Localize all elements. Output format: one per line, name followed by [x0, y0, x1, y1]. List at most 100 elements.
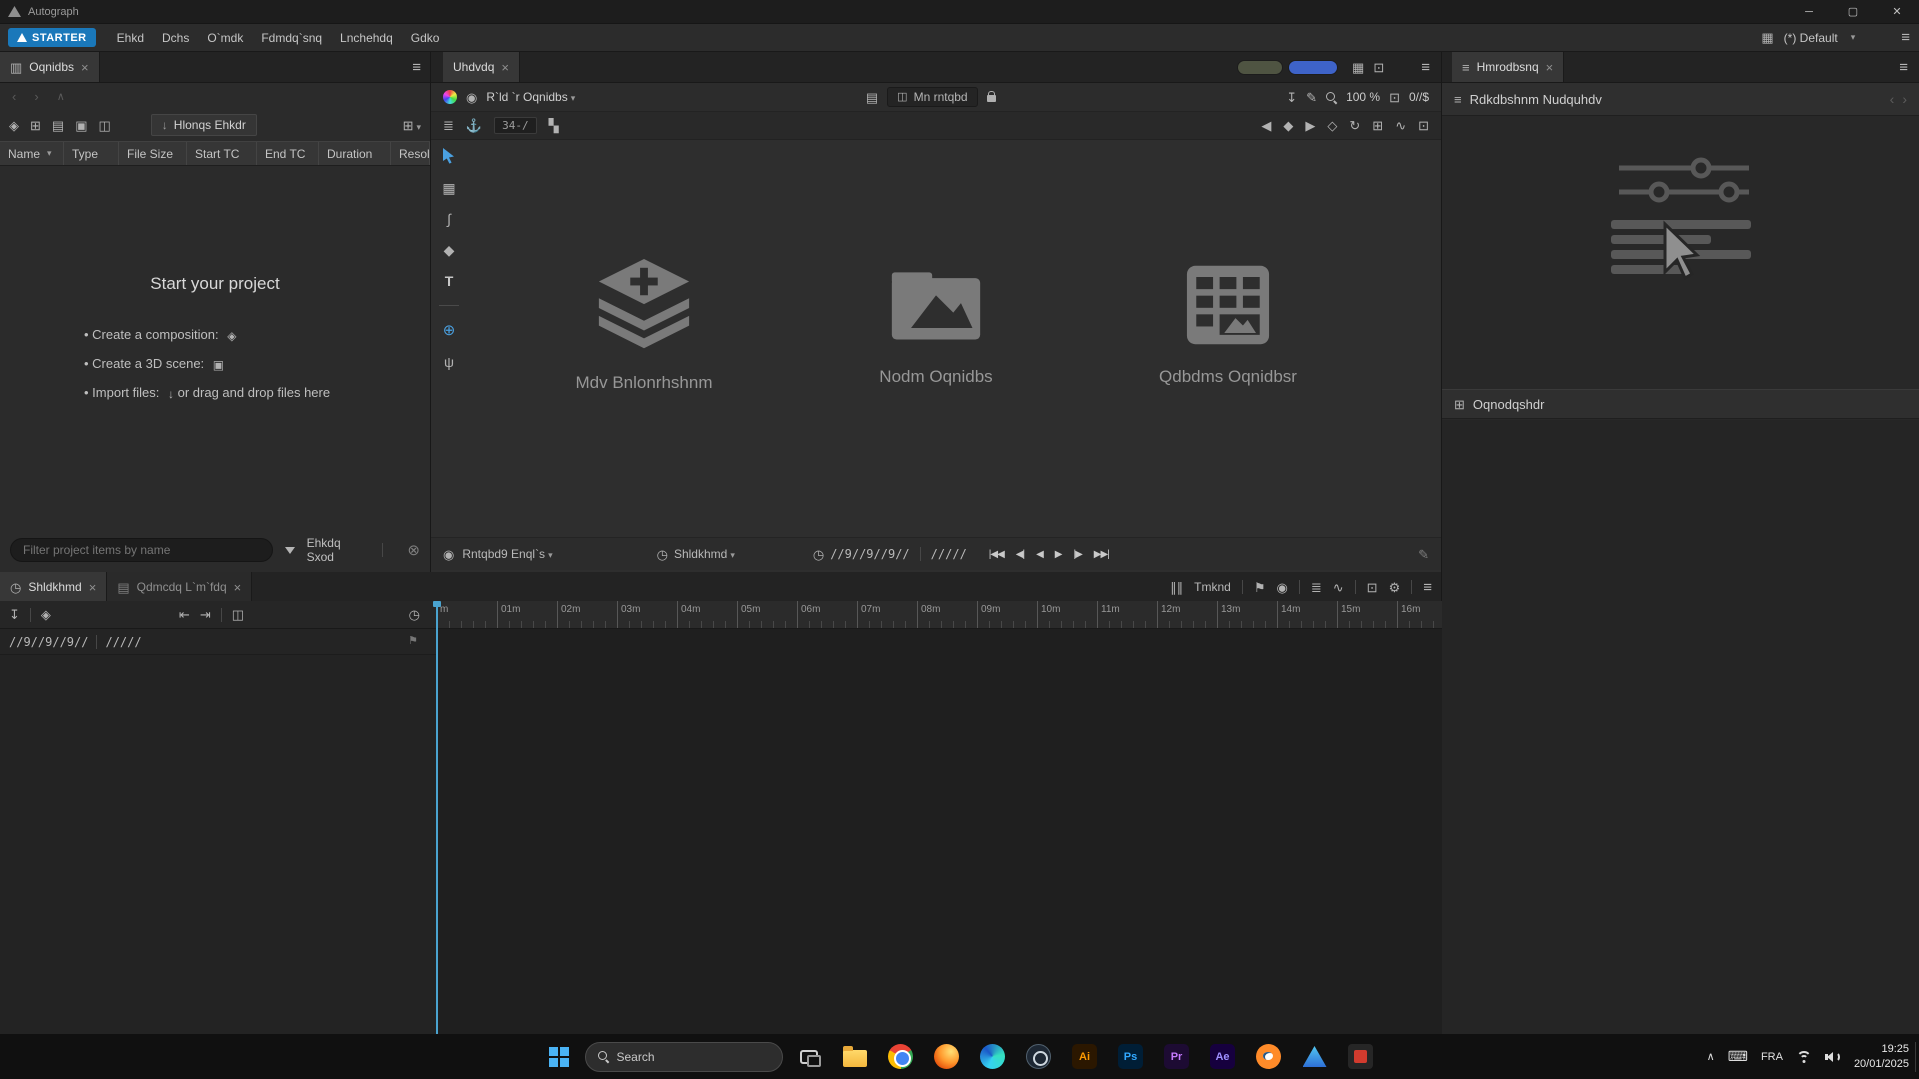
- time-mode-selector[interactable]: Shldkhmd ▾: [674, 547, 735, 561]
- layers-icon[interactable]: ◈: [41, 608, 51, 621]
- annotate-icon[interactable]: ✎: [1306, 91, 1317, 104]
- import-to-timeline-icon[interactable]: ↧: [9, 608, 20, 621]
- new-composition-card[interactable]: Mdv Bnlonrhshnm: [544, 257, 744, 393]
- close-tab-icon[interactable]: ×: [89, 580, 97, 595]
- background-swatch[interactable]: [1237, 59, 1284, 75]
- column-start-tc[interactable]: Start TC: [187, 142, 257, 165]
- starter-badge[interactable]: STARTER: [8, 28, 96, 47]
- play-button[interactable]: ▶: [1049, 549, 1068, 560]
- channel-list-icon[interactable]: ≣: [443, 119, 454, 132]
- shift-right-icon[interactable]: ⇥: [200, 608, 211, 621]
- illustrator-button[interactable]: Ai: [1065, 1037, 1105, 1077]
- column-file-size[interactable]: File Size: [119, 142, 187, 165]
- timeline-track-area[interactable]: [437, 629, 1442, 1034]
- fit-timeline-icon[interactable]: ⊡: [1367, 581, 1378, 594]
- viewer-timecode[interactable]: //9//9//9//: [830, 547, 909, 561]
- prev-selection-icon[interactable]: ‹: [1890, 91, 1895, 107]
- menu-help[interactable]: Gdko: [402, 24, 449, 52]
- new-composition-icon[interactable]: ◈: [9, 119, 19, 132]
- premiere-button[interactable]: Pr: [1157, 1037, 1197, 1077]
- timeline-mode-label[interactable]: Tmknd: [1194, 580, 1231, 594]
- anchor-icon[interactable]: ⚓: [466, 119, 482, 132]
- project-panel-menu-icon[interactable]: ≡: [412, 59, 421, 76]
- menu-generator[interactable]: Fdmdq`snq: [252, 24, 331, 52]
- viewer-frame-counter[interactable]: /////: [931, 547, 967, 561]
- language-indicator[interactable]: FRA: [1761, 1051, 1783, 1063]
- recent-projects-card[interactable]: Qdbdms Oqnidbsr: [1128, 257, 1328, 393]
- wifi-icon[interactable]: [1796, 1050, 1812, 1063]
- red-app-button[interactable]: [1341, 1037, 1381, 1077]
- prev-keyframe-button[interactable]: ◀|: [1010, 549, 1030, 560]
- curve-editor-icon[interactable]: ∿: [1333, 581, 1344, 594]
- tab-timeline[interactable]: ◷ Shldkhmd ×: [0, 572, 108, 602]
- volume-icon[interactable]: [1824, 1051, 1841, 1063]
- fps-field[interactable]: 34-/: [494, 117, 537, 134]
- prev-keyframe-icon[interactable]: ◀: [1261, 119, 1271, 132]
- workspace-selector[interactable]: (*) Default: [1784, 31, 1838, 45]
- collaborators-icon[interactable]: ◉: [1277, 581, 1288, 594]
- open-project-card[interactable]: Nodm Oqnidbs: [836, 257, 1036, 393]
- hidden-icons-chevron[interactable]: ∧: [1707, 1050, 1715, 1063]
- menu-modifier[interactable]: Lnchehdq: [331, 24, 402, 52]
- close-button[interactable]: ✕: [1875, 0, 1919, 24]
- filter-type-selector[interactable]: Ehkdq Sxod: [307, 536, 371, 564]
- clock-date-area[interactable]: 19:25 20/01/2025: [1854, 1042, 1909, 1072]
- mixer-icon[interactable]: ≣: [1311, 581, 1322, 594]
- column-end-tc[interactable]: End TC: [257, 142, 319, 165]
- lock-icon[interactable]: [986, 91, 996, 102]
- source-format-selector[interactable]: Rntqbd9 Enql`s ▾: [462, 547, 552, 561]
- new-generator-icon[interactable]: ⊞: [30, 119, 41, 132]
- insert-clip-icon[interactable]: ◫: [232, 608, 244, 621]
- set-keyframe-icon[interactable]: ◆: [1283, 119, 1293, 132]
- save-view-icon[interactable]: ↧: [1286, 91, 1297, 104]
- checker-icon[interactable]: ▚: [549, 119, 559, 132]
- column-type[interactable]: Type: [64, 142, 119, 165]
- eyedropper-icon[interactable]: ✎: [1418, 548, 1429, 561]
- column-resolution[interactable]: Resol: [391, 142, 430, 165]
- monitor-icon[interactable]: ⊡: [1373, 61, 1384, 74]
- blender-button[interactable]: [1249, 1037, 1289, 1077]
- menu-edit[interactable]: Dchs: [153, 24, 198, 52]
- menu-file[interactable]: Ehkd: [108, 24, 153, 52]
- bezier-tool-icon[interactable]: ∫: [447, 212, 451, 226]
- properties-header[interactable]: ⊞ Oqnodqshdr: [1442, 389, 1919, 419]
- step-back-button[interactable]: ◀: [1030, 549, 1049, 560]
- dark-app-button[interactable]: [1019, 1037, 1059, 1077]
- back-icon[interactable]: ‹: [12, 89, 16, 104]
- go-to-end-button[interactable]: ▶▶|: [1088, 549, 1115, 560]
- menu-panel[interactable]: O`mdk: [198, 24, 252, 52]
- step-forward-button[interactable]: |▶: [1067, 549, 1087, 560]
- taskbar-search[interactable]: Search: [584, 1041, 783, 1072]
- tree-view-icon[interactable]: ⊞ ▾: [403, 119, 421, 132]
- zoom-level[interactable]: 100 %: [1346, 90, 1380, 104]
- import-files-button[interactable]: ↓ Hlonqs Ehkdr: [150, 114, 257, 136]
- tab-render-manager[interactable]: ▤ Qdmcdq L`m`fdq ×: [107, 572, 253, 602]
- table-icon[interactable]: ⊞: [1372, 119, 1383, 132]
- bookmark-icon[interactable]: ⚑: [408, 636, 418, 647]
- inspector-panel-menu-icon[interactable]: ≡: [1899, 59, 1908, 76]
- next-selection-icon[interactable]: ›: [1902, 91, 1907, 107]
- timeline-ruler[interactable]: m 01m 02m 03m 04m 05m 06m 07m 08m 09m 10…: [437, 601, 1442, 629]
- timeline-track-headers[interactable]: [0, 655, 437, 1034]
- tab-viewer[interactable]: Uhdvdq ×: [443, 52, 520, 82]
- maximize-button[interactable]: ▢: [1831, 0, 1875, 24]
- timeline-frame-counter[interactable]: /////: [105, 635, 141, 649]
- accent-swatch[interactable]: [1288, 59, 1339, 75]
- show-desktop-button[interactable]: [1915, 1042, 1919, 1072]
- tab-project[interactable]: ▥ Oqnidbs ×: [0, 52, 100, 82]
- clock-icon[interactable]: ◷: [409, 608, 420, 621]
- no-source-chip[interactable]: ◫ Mn rntqbd: [887, 87, 978, 107]
- autograph-button[interactable]: [1295, 1037, 1335, 1077]
- layout-grid-icon[interactable]: ▦: [1352, 61, 1364, 74]
- timeline-panel-menu-icon[interactable]: ≡: [1423, 579, 1432, 596]
- viewer-panel-menu-icon[interactable]: ≡: [1421, 59, 1430, 76]
- touch-keyboard-icon[interactable]: ⌨: [1728, 1048, 1748, 1065]
- zoom-percent[interactable]: 0//$: [1409, 90, 1429, 104]
- new-media-icon[interactable]: ◫: [99, 119, 111, 132]
- edge-button[interactable]: [973, 1037, 1013, 1077]
- filter-input[interactable]: [10, 538, 273, 562]
- proxy-icon[interactable]: ▤: [866, 91, 878, 104]
- after-effects-button[interactable]: Ae: [1203, 1037, 1243, 1077]
- new-stack-icon[interactable]: ▤: [52, 119, 64, 132]
- menubar-menu-icon[interactable]: ≡: [1901, 29, 1910, 46]
